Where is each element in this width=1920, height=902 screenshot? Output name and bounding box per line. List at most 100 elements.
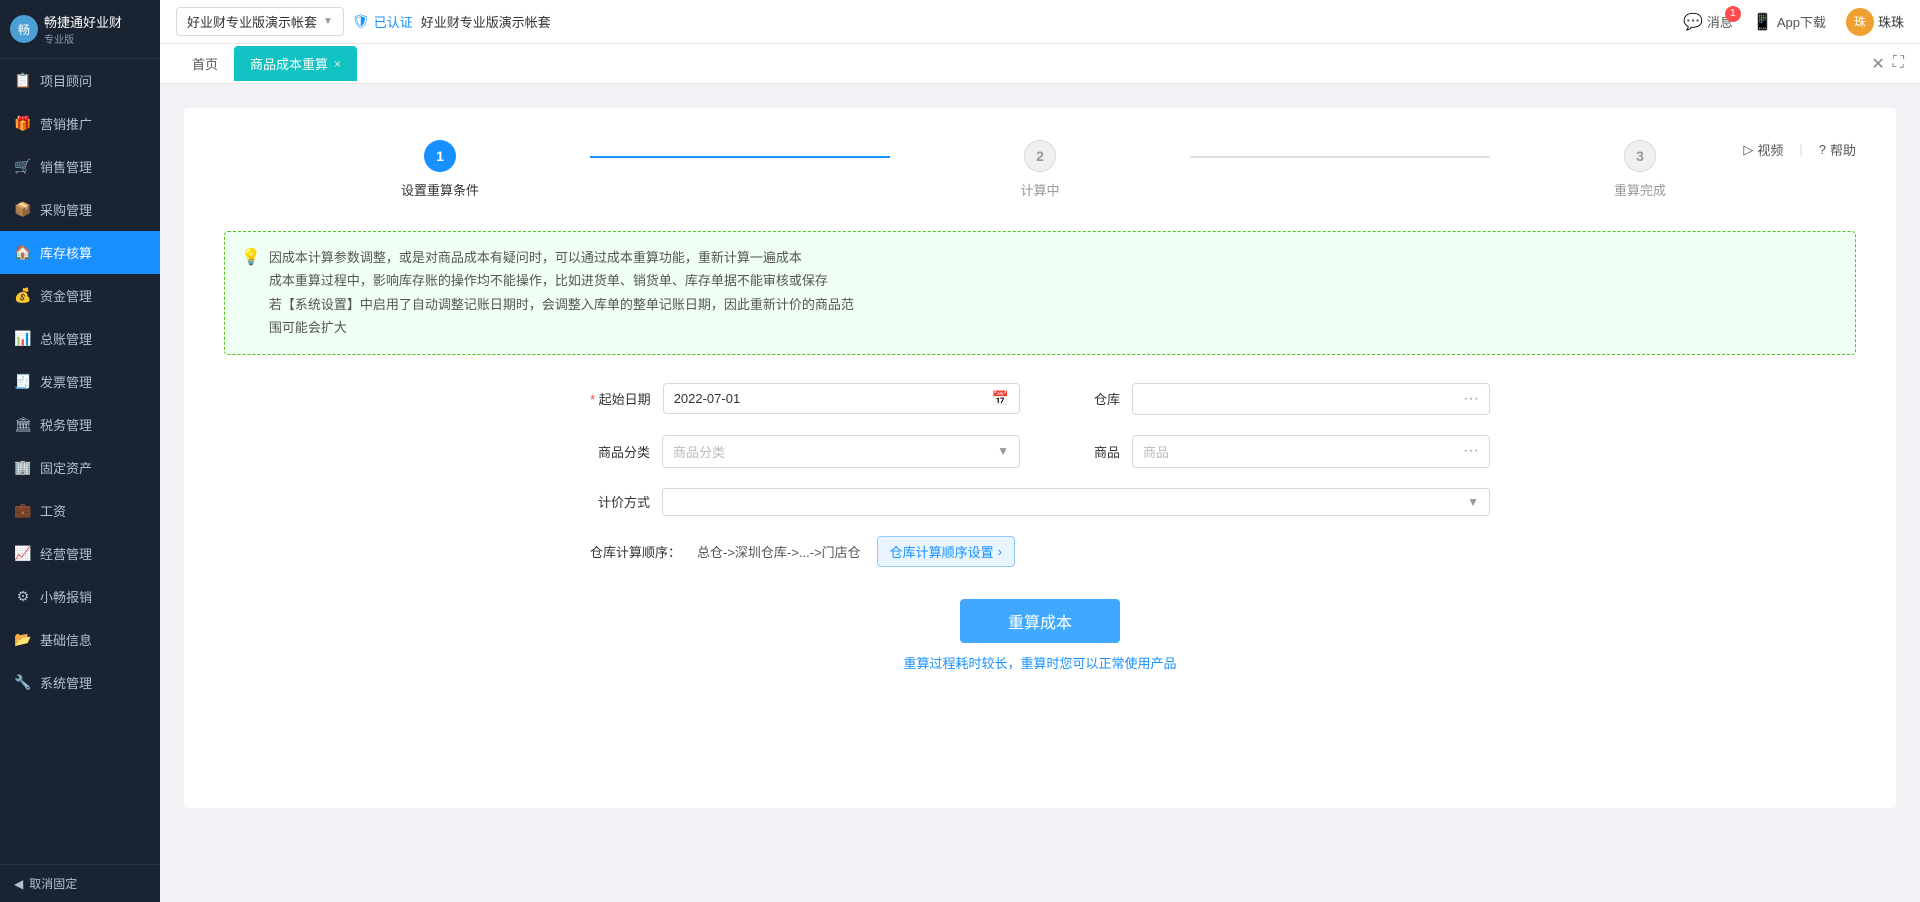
warehouse-label: 仓库 (1060, 389, 1120, 408)
logo-icon: 畅 (10, 15, 38, 43)
warehouse-field: 仓库 ··· (1060, 383, 1490, 415)
category-input[interactable]: 商品分类 ▼ (662, 435, 1020, 468)
sidebar-item-accounting[interactable]: 📊 总账管理 (0, 317, 160, 360)
tab-recalculate[interactable]: 商品成本重算 × (234, 46, 357, 81)
topbar-right: 💬 消息 1 📱 App下载 珠 珠珠 (1683, 8, 1904, 36)
category-chevron-icon: ▼ (997, 444, 1009, 458)
tabs-right-actions: ✕ ⛶ (1871, 54, 1904, 74)
app-download-button[interactable]: 📱 App下载 (1753, 12, 1826, 32)
step-line-1 (590, 156, 890, 158)
account-name: 好业财专业版演示帐套 (421, 12, 551, 31)
sidebar-item-system[interactable]: 🔧 系统管理 (0, 661, 160, 704)
unpin-icon: ◀ (14, 877, 23, 891)
goods-input[interactable]: 商品 ··· (1132, 435, 1490, 468)
step-2-circle: 2 (1024, 140, 1056, 172)
notice-content: 因成本计算参数调整，或是对商品成本有疑问时，可以通过成本重算功能，重新计算一遍成… (269, 246, 854, 340)
category-field: 商品分类 商品分类 ▼ (590, 435, 1020, 468)
start-date-label: 起始日期 (590, 389, 651, 408)
form-row-3: 计价方式 ▼ (590, 488, 1490, 516)
sidebar-item-finance[interactable]: 💰 资金管理 (0, 274, 160, 317)
goods-more-icon: ··· (1463, 442, 1479, 460)
sidebar-item-project[interactable]: 📋 项目顾问 (0, 59, 160, 102)
page-content: 1 设置重算条件 2 计算中 3 重算完成 (160, 84, 1920, 902)
sidebar-item-purchase[interactable]: 📦 采购管理 (0, 188, 160, 231)
expand-window-icon[interactable]: ⛶ (1893, 54, 1904, 74)
verified-badge: 🛡 已认证 (352, 12, 413, 31)
sidebar-unpin-button[interactable]: ◀ 取消固定 (0, 864, 160, 902)
account-selector[interactable]: 好业财专业版演示帐套 ▼ (176, 7, 344, 36)
sidebar-item-payroll[interactable]: 💼 工资 (0, 489, 160, 532)
sidebar-item-assets[interactable]: 🏢 固定资产 (0, 446, 160, 489)
marketing-icon: 🎁 (14, 115, 32, 133)
content-card: 1 设置重算条件 2 计算中 3 重算完成 (184, 108, 1896, 808)
help-button[interactable]: ? 帮助 (1819, 140, 1856, 159)
main-wrapper: 好业财专业版演示帐套 ▼ 🛡 已认证 好业财专业版演示帐套 💬 消息 1 📱 A… (160, 0, 1920, 902)
basic-icon: 📂 (14, 631, 32, 649)
step-line-2 (1190, 156, 1490, 158)
form-section: 起始日期 2022-07-01 📅 仓库 ··· (590, 383, 1490, 567)
topbar-left: 好业财专业版演示帐套 ▼ 🛡 已认证 好业财专业版演示帐套 (176, 7, 551, 36)
sidebar-item-expense[interactable]: ⚙ 小畅报销 (0, 575, 160, 618)
sidebar-item-basic[interactable]: 📂 基础信息 (0, 618, 160, 661)
recalculate-section: 重算成本 重算过程耗时较长，重算时您可以正常使用产品 (224, 599, 1856, 672)
close-window-icon[interactable]: ✕ (1871, 54, 1884, 74)
recalculate-hint: 重算过程耗时较长，重算时您可以正常使用产品 (903, 653, 1176, 672)
assets-icon: 🏢 (14, 459, 32, 477)
start-date-field: 起始日期 2022-07-01 📅 (590, 383, 1020, 414)
warehouse-btn-chevron: › (998, 544, 1002, 559)
sidebar-item-sales[interactable]: 🛒 销售管理 (0, 145, 160, 188)
accounting-icon: 📊 (14, 330, 32, 348)
warehouse-more-icon: ··· (1463, 390, 1479, 408)
sidebar-item-inventory[interactable]: 🏠 库存核算 (0, 231, 160, 274)
sidebar-item-tax[interactable]: 🏛 税务管理 (0, 403, 160, 446)
sidebar: 畅 畅捷通好业财 专业版 📋 项目顾问 🎁 营销推广 🛒 销售管理 📦 采购管理… (0, 0, 160, 902)
category-label: 商品分类 (590, 442, 650, 461)
form-row-2: 商品分类 商品分类 ▼ 商品 商品 ··· (590, 435, 1490, 468)
payroll-icon: 💼 (14, 502, 32, 520)
warehouse-order-row: 仓库计算顺序： 总仓->深圳仓库->...->门店仓 仓库计算顺序设置 › (590, 536, 1490, 567)
shield-icon: 🛡 (352, 13, 370, 30)
warehouse-order-value: 总仓->深圳仓库->...->门店仓 (697, 542, 861, 561)
pricing-label: 计价方式 (590, 492, 650, 511)
pricing-input[interactable]: ▼ (662, 488, 1490, 516)
logo-text: 畅捷通好业财 专业版 (44, 12, 122, 46)
tab-close-icon[interactable]: × (334, 57, 341, 71)
start-date-input[interactable]: 2022-07-01 📅 (663, 383, 1020, 414)
tabs-bar: 首页 商品成本重算 × ✕ ⛶ (160, 44, 1920, 84)
notice-icon: 💡 (241, 247, 261, 340)
stepper: 1 设置重算条件 2 计算中 3 重算完成 (224, 140, 1856, 199)
warehouse-order-settings-button[interactable]: 仓库计算顺序设置 › (877, 536, 1015, 567)
calendar-icon: 📅 (992, 390, 1009, 407)
avatar: 珠 (1846, 8, 1874, 36)
action-divider: | (1799, 142, 1802, 157)
pricing-chevron-icon: ▼ (1467, 495, 1479, 509)
user-profile[interactable]: 珠 珠珠 (1846, 8, 1904, 36)
step-2-label: 计算中 (1020, 180, 1059, 199)
inventory-icon: 🏠 (14, 244, 32, 262)
goods-label: 商品 (1060, 442, 1120, 461)
topbar: 好业财专业版演示帐套 ▼ 🛡 已认证 好业财专业版演示帐套 💬 消息 1 📱 A… (160, 0, 1920, 44)
finance-icon: 💰 (14, 287, 32, 305)
system-icon: 🔧 (14, 674, 32, 692)
step-1-label: 设置重算条件 (401, 180, 479, 199)
expense-icon: ⚙ (14, 588, 32, 606)
sidebar-logo: 畅 畅捷通好业财 专业版 (0, 0, 160, 59)
video-button[interactable]: ▷ 视频 (1743, 140, 1783, 159)
messages-button[interactable]: 💬 消息 1 (1683, 12, 1733, 32)
message-icon: 💬 (1683, 12, 1703, 32)
form-row-1: 起始日期 2022-07-01 📅 仓库 ··· (590, 383, 1490, 415)
step-2: 2 计算中 (890, 140, 1190, 199)
sidebar-item-operations[interactable]: 📈 经营管理 (0, 532, 160, 575)
operations-icon: 📈 (14, 545, 32, 563)
notice-box: 💡 因成本计算参数调整，或是对商品成本有疑问时，可以通过成本重算功能，重新计算一… (224, 231, 1856, 355)
tab-home[interactable]: 首页 (176, 46, 234, 81)
sidebar-item-invoice[interactable]: 🧾 发票管理 (0, 360, 160, 403)
sidebar-item-marketing[interactable]: 🎁 营销推广 (0, 102, 160, 145)
account-selector-chevron: ▼ (323, 16, 333, 27)
recalculate-button[interactable]: 重算成本 (960, 599, 1120, 643)
warehouse-order-label: 仓库计算顺序： (590, 542, 681, 561)
purchase-icon: 📦 (14, 201, 32, 219)
goods-field: 商品 商品 ··· (1060, 435, 1490, 468)
warehouse-input[interactable]: ··· (1132, 383, 1490, 415)
project-icon: 📋 (14, 72, 32, 90)
